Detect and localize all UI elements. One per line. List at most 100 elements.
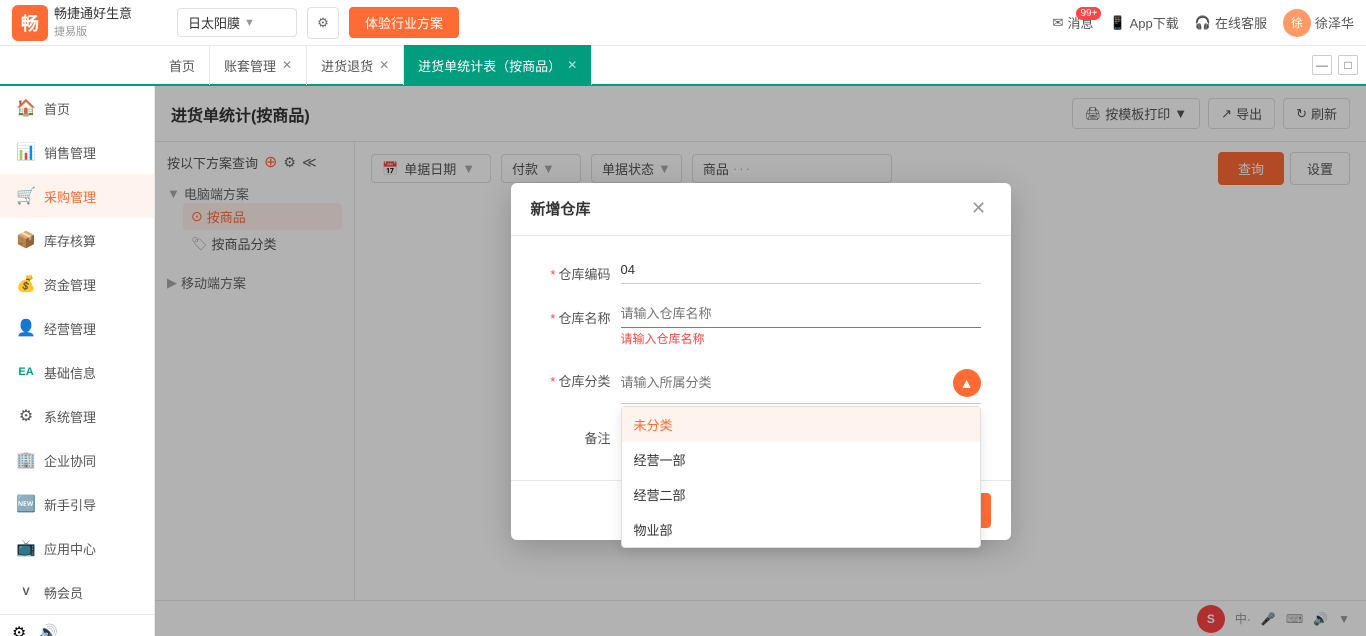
- modal-body: 仓库编码 仓库名称 请输入仓库名称: [511, 236, 1011, 480]
- sidebar-label-guide: 新手引导: [44, 495, 96, 514]
- sidebar-bottom: ⚙ 🔊: [0, 614, 154, 636]
- name-error-msg: 请输入仓库名称: [621, 330, 981, 347]
- dropdown-item-3[interactable]: 物业部: [622, 512, 980, 547]
- sidebar-label-enterprise: 企业协同: [44, 451, 96, 470]
- content-area: 进货单统计(按商品) 🖨 按模板打印 ▼ ↗ 导出 ↻ 刷新: [155, 86, 1366, 636]
- window-buttons: — □: [1312, 55, 1366, 75]
- sidebar-item-sales[interactable]: 📊 销售管理: [0, 130, 154, 174]
- online-service-label: 在线客服: [1215, 13, 1267, 32]
- notification-badge: 99+: [1076, 7, 1101, 20]
- modal-header: 新增仓库 ✕: [511, 183, 1011, 236]
- purchase-stats-tab-label: 进货单统计表（按商品）: [418, 56, 561, 75]
- trial-button[interactable]: 体验行业方案: [349, 7, 459, 38]
- sidebar-volume-icon[interactable]: 🔊: [38, 623, 58, 636]
- sidebar-label-system: 系统管理: [44, 407, 96, 426]
- app-center-icon: 📺: [16, 538, 36, 558]
- form-row-code: 仓库编码: [541, 256, 981, 284]
- inventory-icon: 📦: [16, 230, 36, 250]
- sidebar-label-vip: 畅会员: [44, 583, 83, 602]
- modal-title: 新增仓库: [531, 198, 591, 219]
- accounts-tab-label: 账套管理: [224, 56, 276, 75]
- basic-icon: EA: [16, 362, 36, 382]
- code-field: [621, 256, 981, 284]
- sidebar-label-sales: 销售管理: [44, 143, 96, 162]
- purchase-return-tab-close[interactable]: ✕: [379, 58, 389, 72]
- settings-button[interactable]: ⚙: [307, 7, 339, 39]
- sidebar-item-inventory[interactable]: 📦 库存核算: [0, 218, 154, 262]
- sidebar-label-finance: 资金管理: [44, 275, 96, 294]
- sidebar-item-finance[interactable]: 💰 资金管理: [0, 262, 154, 306]
- category-select-wrapper: ▲: [621, 363, 981, 404]
- enterprise-icon: 🏢: [16, 450, 36, 470]
- app-name: 畅捷通好生意: [54, 6, 132, 23]
- store-selector[interactable]: 日太阳膜 ▼: [177, 8, 297, 37]
- header-right: ✉ 消息 99+ 📱 App下载 🎧 在线客服 徐 徐泽华: [1053, 9, 1354, 37]
- sidebar-item-vip[interactable]: V 畅会员: [0, 570, 154, 614]
- maximize-button[interactable]: □: [1338, 55, 1358, 75]
- dropdown-item-1[interactable]: 经营一部: [622, 442, 980, 477]
- code-label: 仓库编码: [541, 256, 611, 283]
- app-download-label: App下载: [1130, 13, 1179, 32]
- sidebar-label-app-center: 应用中心: [44, 539, 96, 558]
- user-area[interactable]: 徐 徐泽华: [1283, 9, 1354, 37]
- dropdown-item-2[interactable]: 经营二部: [622, 477, 980, 512]
- sidebar-item-app-center[interactable]: 📺 应用中心: [0, 526, 154, 570]
- logo-area: 畅 畅捷通好生意 捷易版: [12, 5, 167, 41]
- online-service-button[interactable]: 🎧 在线客服: [1195, 13, 1267, 32]
- name-label: 仓库名称: [541, 300, 611, 327]
- dropdown-item-0[interactable]: 未分类: [622, 407, 980, 442]
- tab-home[interactable]: 首页: [155, 45, 210, 85]
- category-dropdown: 未分类 经营一部 经营二部 物业部: [621, 406, 981, 548]
- sidebar-label-purchase: 采购管理: [44, 187, 96, 206]
- purchase-icon: 🛒: [16, 186, 36, 206]
- phone-icon: 📱: [1109, 15, 1125, 31]
- username: 徐泽华: [1315, 13, 1354, 32]
- sidebar: 🏠 首页 📊 销售管理 🛒 采购管理 📦 库存核算 💰 资金管理 👤 经营管理 …: [0, 86, 155, 636]
- avatar: 徐: [1283, 9, 1311, 37]
- sidebar-item-system[interactable]: ⚙ 系统管理: [0, 394, 154, 438]
- finance-icon: 💰: [16, 274, 36, 294]
- form-row-category: 仓库分类 ▲ 未分类 经营一部 经营二部 物业部: [541, 363, 981, 404]
- category-input[interactable]: [621, 375, 953, 390]
- name-input[interactable]: [621, 300, 981, 328]
- sidebar-item-enterprise[interactable]: 🏢 企业协同: [0, 438, 154, 482]
- store-selector-arrow: ▼: [244, 17, 255, 29]
- home-icon: 🏠: [16, 98, 36, 118]
- sidebar-item-purchase[interactable]: 🛒 采购管理: [0, 174, 154, 218]
- vip-icon: V: [16, 582, 36, 602]
- minimize-button[interactable]: —: [1312, 55, 1332, 75]
- app-logo-icon: 畅: [12, 5, 48, 41]
- code-input[interactable]: [621, 256, 981, 284]
- sidebar-item-guide[interactable]: 🆕 新手引导: [0, 482, 154, 526]
- sidebar-item-basic[interactable]: EA 基础信息: [0, 350, 154, 394]
- category-label: 仓库分类: [541, 363, 611, 390]
- message-button[interactable]: ✉ 消息 99+: [1053, 13, 1094, 32]
- purchase-stats-tab-close[interactable]: ✕: [567, 58, 577, 72]
- form-row-name: 仓库名称 请输入仓库名称: [541, 300, 981, 347]
- headset-icon: 🎧: [1195, 15, 1211, 31]
- sidebar-settings-icon[interactable]: ⚙: [12, 623, 26, 636]
- sidebar-item-home[interactable]: 🏠 首页: [0, 86, 154, 130]
- accounts-tab-close[interactable]: ✕: [282, 58, 292, 72]
- sidebar-label-basic: 基础信息: [44, 363, 96, 382]
- home-tab-label: 首页: [169, 56, 195, 75]
- top-header: 畅 畅捷通好生意 捷易版 日太阳膜 ▼ ⚙ 体验行业方案 ✉ 消息 99+ 📱 …: [0, 0, 1366, 46]
- add-warehouse-modal: 新增仓库 ✕ 仓库编码 仓库名称: [511, 183, 1011, 540]
- main-layout: 🏠 首页 📊 销售管理 🛒 采购管理 📦 库存核算 💰 资金管理 👤 经营管理 …: [0, 86, 1366, 636]
- sidebar-label-inventory: 库存核算: [44, 231, 96, 250]
- category-toggle-button[interactable]: ▲: [953, 369, 981, 397]
- store-name: 日太阳膜: [188, 13, 240, 32]
- gear-icon: ⚙: [317, 15, 329, 31]
- app-edition: 捷易版: [54, 23, 132, 39]
- sidebar-item-operations[interactable]: 👤 经营管理: [0, 306, 154, 350]
- name-field: 请输入仓库名称: [621, 300, 981, 347]
- tab-accounts[interactable]: 账套管理 ✕: [210, 45, 307, 85]
- tab-purchase-stats[interactable]: 进货单统计表（按商品） ✕: [404, 45, 592, 85]
- app-download-button[interactable]: 📱 App下载: [1109, 13, 1178, 32]
- modal-close-button[interactable]: ✕: [967, 197, 991, 221]
- category-field: ▲ 未分类 经营一部 经营二部 物业部: [621, 363, 981, 404]
- tab-purchase-return[interactable]: 进货退货 ✕: [307, 45, 404, 85]
- sidebar-label-operations: 经营管理: [44, 319, 96, 338]
- sidebar-label-home: 首页: [44, 99, 70, 118]
- operations-icon: 👤: [16, 318, 36, 338]
